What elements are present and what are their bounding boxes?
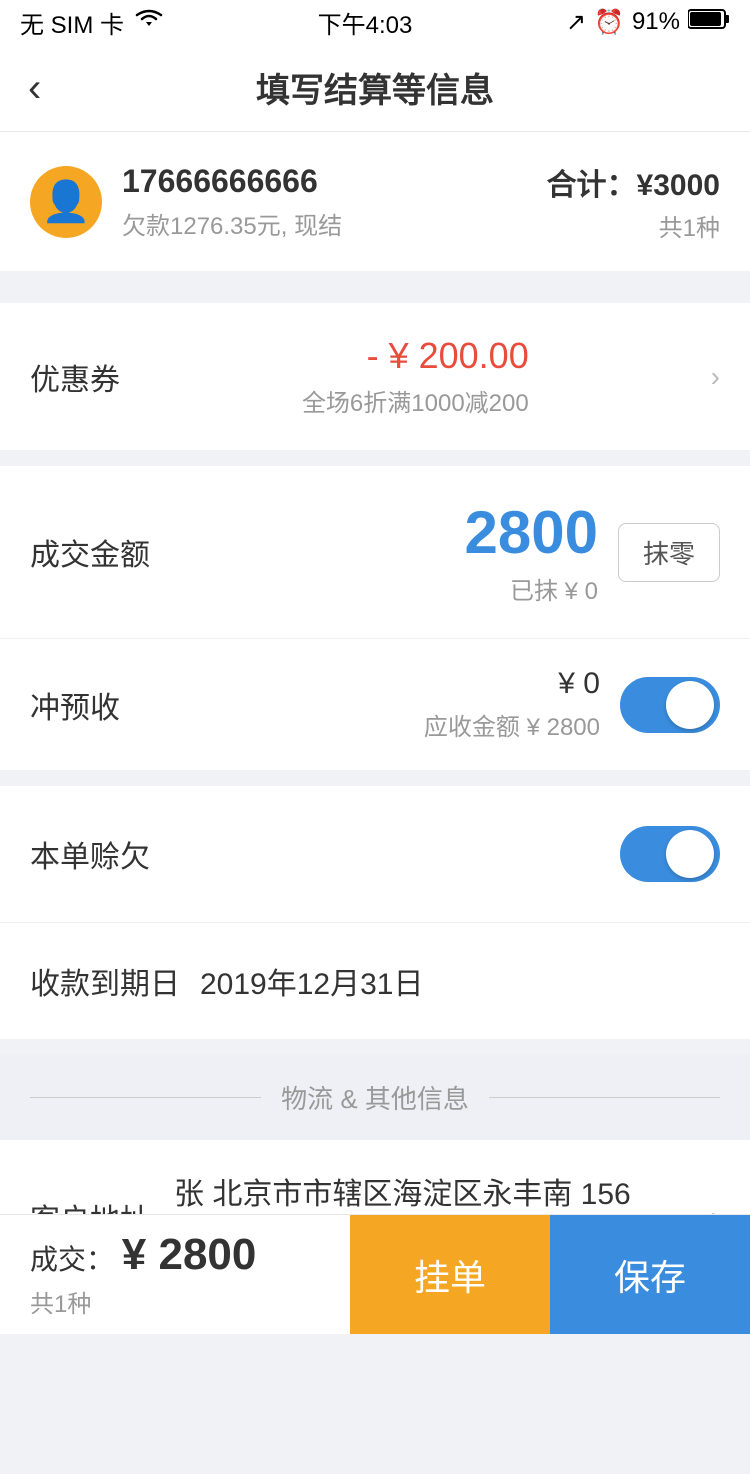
prepay-right: ¥ 0 应收金额 ¥ 2800 xyxy=(424,667,720,742)
prepay-due: 应收金额 ¥ 2800 xyxy=(424,707,600,742)
section-gap-4 xyxy=(0,1039,750,1055)
sim-text: 无 SIM 卡 xyxy=(20,5,124,40)
prepay-info: ¥ 0 应收金额 ¥ 2800 xyxy=(424,667,600,742)
location-icon: ↗ xyxy=(566,8,586,37)
footer-info: 成交： ¥ 2800 共1种 xyxy=(0,1230,350,1319)
round-button[interactable]: 抹零 xyxy=(618,523,720,582)
credit-toggle[interactable] xyxy=(620,826,720,882)
customer-right: 合计：¥3000 共1种 xyxy=(547,160,720,243)
section-gap-2 xyxy=(0,450,750,466)
credit-label: 本单赊欠 xyxy=(30,832,150,876)
toggle-knob xyxy=(666,681,714,729)
status-bar: 无 SIM 卡 下午4:03 ↗ ⏰ 91% xyxy=(0,0,750,44)
prepay-toggle[interactable] xyxy=(620,677,720,733)
footer: 成交： ¥ 2800 共1种 挂单 保存 xyxy=(0,1214,750,1334)
footer-amount-line: 成交： ¥ 2800 xyxy=(30,1230,320,1280)
nav-bar: ‹ 填写结算等信息 xyxy=(0,44,750,132)
logistics-divider: 物流 & 其他信息 xyxy=(0,1055,750,1140)
prepay-row: 冲预收 ¥ 0 应收金额 ¥ 2800 xyxy=(0,639,750,770)
credit-row: 本单赊欠 xyxy=(0,786,750,922)
section-gap-1 xyxy=(0,287,750,303)
prepay-label: 冲预收 xyxy=(30,683,120,727)
credit-toggle-knob xyxy=(666,830,714,878)
duedate-section: 收款到期日 2019年12月31日 xyxy=(0,922,750,1039)
hang-button[interactable]: 挂单 xyxy=(350,1215,550,1334)
prepay-amount: ¥ 0 xyxy=(424,667,600,701)
coupon-amount: - ¥ 200.00 xyxy=(302,335,529,377)
customer-debt: 欠款1276.35元, 现结 xyxy=(122,206,342,241)
avatar-icon: 👤 xyxy=(41,178,91,225)
status-time: 下午4:03 xyxy=(318,5,413,40)
status-left: 无 SIM 卡 xyxy=(20,5,164,40)
divider-line-right xyxy=(489,1097,720,1098)
amount-sub: 已抹 ¥ 0 xyxy=(465,571,598,606)
status-right: ↗ ⏰ 91% xyxy=(566,8,730,37)
customer-card: 👤 17666666666 欠款1276.35元, 现结 合计：¥3000 共1… xyxy=(0,132,750,271)
wifi-icon xyxy=(134,8,164,37)
section-gap-3 xyxy=(0,770,750,786)
customer-left: 👤 17666666666 欠款1276.35元, 现结 xyxy=(30,163,342,241)
divider-text: 物流 & 其他信息 xyxy=(281,1079,469,1116)
amount-value: 2800 xyxy=(465,498,598,567)
battery-text: 91% xyxy=(632,8,680,36)
duedate-label: 收款到期日 xyxy=(30,959,180,1003)
footer-amount: ¥ 2800 xyxy=(122,1230,257,1279)
coupon-label: 优惠券 xyxy=(30,355,120,399)
save-button[interactable]: 保存 xyxy=(550,1215,750,1334)
battery-icon xyxy=(688,8,730,37)
duedate-row: 收款到期日 2019年12月31日 xyxy=(0,923,750,1039)
back-button[interactable]: ‹ xyxy=(28,68,41,108)
amount-row: 成交金额 2800 已抹 ¥ 0 抹零 xyxy=(0,466,750,638)
amount-label: 成交金额 xyxy=(30,530,150,574)
alarm-icon: ⏰ xyxy=(594,8,624,37)
coupon-chevron-icon: › xyxy=(711,361,720,393)
page-title: 填写结算等信息 xyxy=(256,63,494,112)
prepay-section: 冲预收 ¥ 0 应收金额 ¥ 2800 xyxy=(0,638,750,770)
coupon-row[interactable]: 优惠券 - ¥ 200.00 全场6折满1000减200 › xyxy=(0,303,750,450)
coupon-desc: 全场6折满1000减200 xyxy=(302,383,529,418)
total-count: 共1种 xyxy=(547,208,720,243)
footer-amount-label: 成交： xyxy=(30,1244,114,1275)
divider-line-left xyxy=(30,1097,261,1098)
total-amount: 合计：¥3000 xyxy=(547,160,720,204)
customer-info: 17666666666 欠款1276.35元, 现结 xyxy=(122,163,342,241)
avatar: 👤 xyxy=(30,166,102,238)
duedate-value: 2019年12月31日 xyxy=(200,959,423,1003)
coupon-right: - ¥ 200.00 全场6折满1000减200 xyxy=(302,335,529,418)
amount-right: 2800 已抹 ¥ 0 抹零 xyxy=(465,498,721,606)
footer-count: 共1种 xyxy=(30,1284,320,1319)
customer-phone: 17666666666 xyxy=(122,163,342,200)
